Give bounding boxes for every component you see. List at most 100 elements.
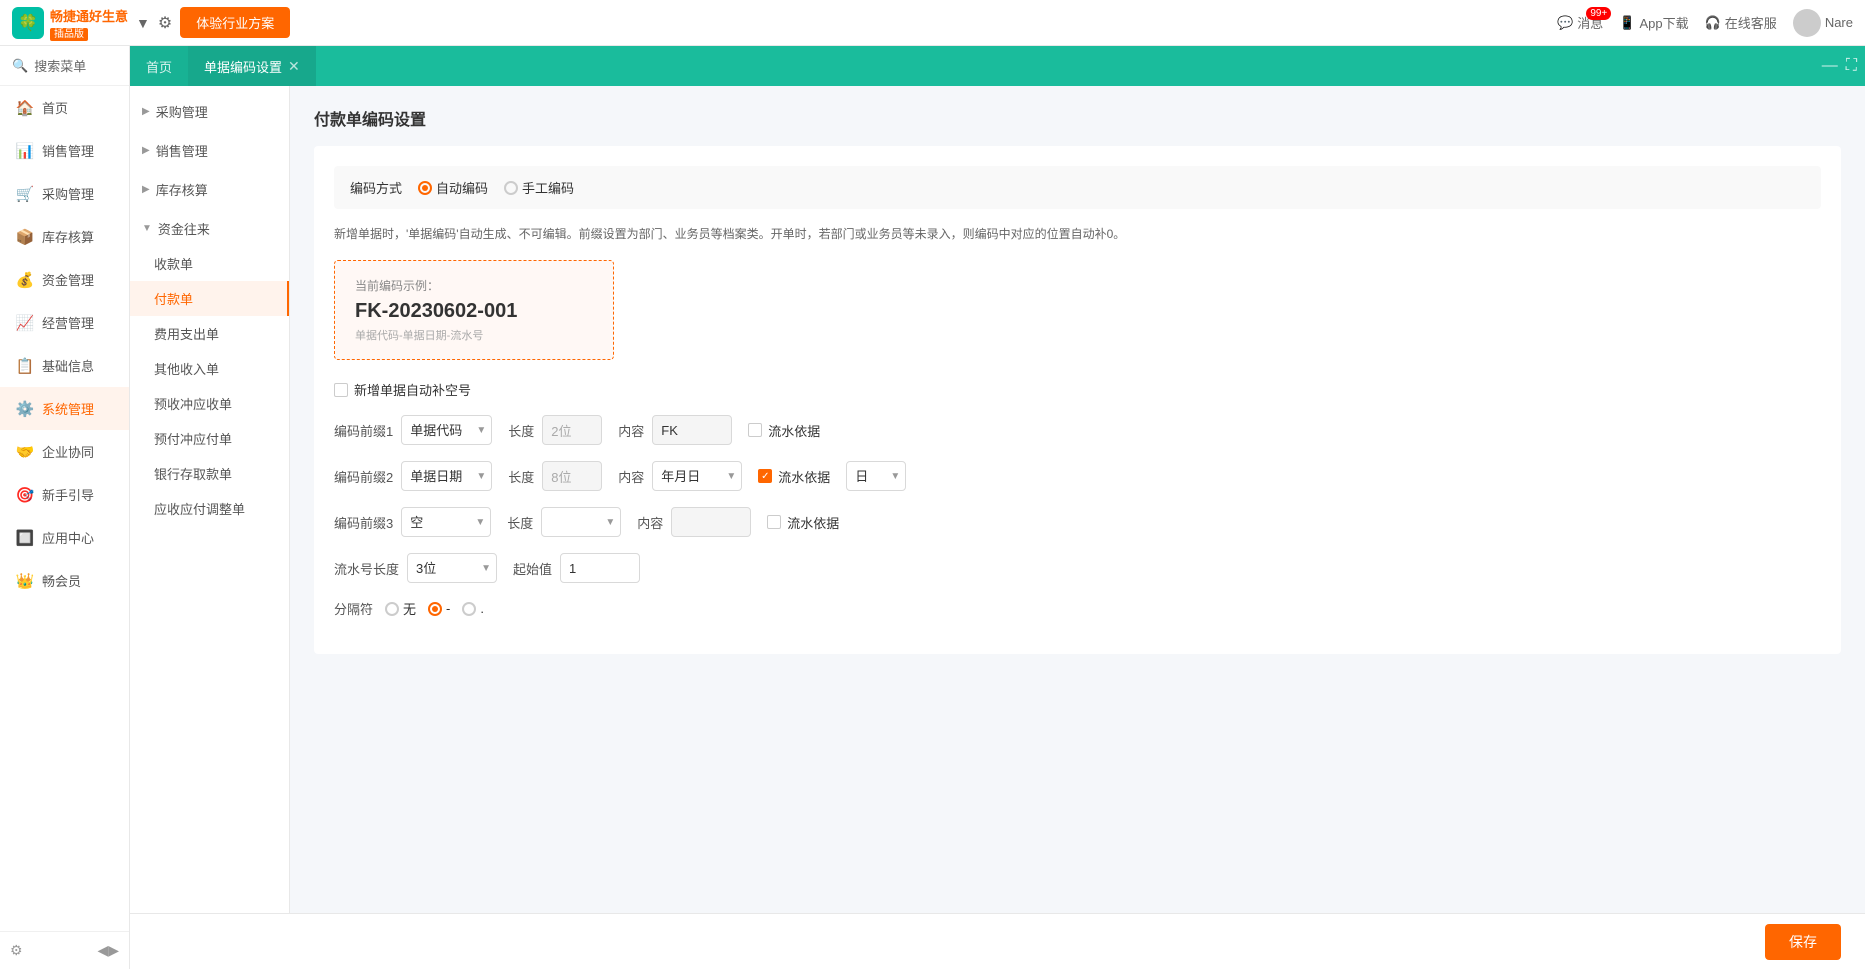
system-icon: ⚙️ bbox=[16, 400, 34, 418]
sep-none-radio[interactable]: 无 bbox=[385, 599, 416, 618]
sep-none-circle bbox=[385, 602, 399, 616]
sub-group-inventory-header[interactable]: ▶ 库存核算 bbox=[130, 172, 289, 207]
sidebar-item-system[interactable]: ⚙️ 系统管理 bbox=[0, 387, 129, 430]
start-value-input[interactable] bbox=[560, 553, 640, 583]
sidebar-item-apps[interactable]: 🔲 应用中心 bbox=[0, 516, 129, 559]
service-item[interactable]: 🎧 在线客服 bbox=[1705, 13, 1777, 32]
prefix3-length-field: 长度 ▼ bbox=[507, 507, 621, 537]
top-bar-controls: ▼ ⚙ 体验行业方案 bbox=[136, 7, 290, 38]
sidebar-settings-btn[interactable]: ⚙ bbox=[10, 942, 23, 959]
prefix3-content-input bbox=[671, 507, 751, 537]
prefix2-select[interactable]: 单据日期 bbox=[401, 461, 492, 491]
sep-dot-radio[interactable]: . bbox=[462, 601, 484, 616]
sidebar-item-finance[interactable]: 💰 资金管理 bbox=[0, 258, 129, 301]
sidebar-item-home[interactable]: 🏠 首页 bbox=[0, 86, 129, 129]
search-menu[interactable]: 🔍 搜索菜单 bbox=[0, 46, 129, 86]
brand: 🍀 畅捷通好生意 插品版 bbox=[12, 6, 128, 40]
sub-group-sales-header[interactable]: ▶ 销售管理 bbox=[130, 133, 289, 168]
sub-item-payment[interactable]: 付款单 bbox=[130, 281, 289, 316]
auto-fill-row: 新增单据自动补空号 bbox=[334, 380, 1821, 399]
collapse-btn[interactable]: ▼ bbox=[136, 15, 150, 31]
sidebar-item-collab[interactable]: 🤝 企业协同 bbox=[0, 430, 129, 473]
collab-icon: 🤝 bbox=[16, 443, 34, 461]
manual-encoding-radio[interactable]: 手工编码 bbox=[504, 178, 574, 197]
prefix2-content-select[interactable]: 年月日 bbox=[652, 461, 742, 491]
message-item[interactable]: 💬 消息 99+ bbox=[1557, 13, 1603, 32]
arrow-down-icon: ▼ bbox=[142, 223, 152, 234]
sidebar-item-purchase[interactable]: 🛒 采购管理 bbox=[0, 172, 129, 215]
prefix3-row: 编码前缀3 空 ▼ 长度 bbox=[334, 507, 1821, 537]
sub-item-prepay-ar[interactable]: 预收冲应收单 bbox=[130, 386, 289, 421]
auto-radio-circle bbox=[418, 181, 432, 195]
top-bar-right: 💬 消息 99+ 📱 App下载 🎧 在线客服 Nare bbox=[1557, 9, 1853, 37]
sub-menu: ▶ 采购管理 ▶ 销售管理 ▶ 库存核算 bbox=[130, 86, 290, 913]
sub-group-inventory: ▶ 库存核算 bbox=[130, 172, 289, 207]
serial-length-field: 流水号长度 3位 ▼ bbox=[334, 553, 497, 583]
sidebar-item-inventory[interactable]: 📦 库存核算 bbox=[0, 215, 129, 258]
prefix2-serial-checkbox[interactable]: ✓ bbox=[758, 469, 772, 483]
home-icon: 🏠 bbox=[16, 99, 34, 117]
app-download-item[interactable]: 📱 App下载 bbox=[1619, 13, 1688, 32]
message-icon: 💬 bbox=[1557, 15, 1573, 31]
prefix1-content-field: 内容 bbox=[618, 415, 732, 445]
sub-group-fund: ▼ 资金往来 收款单 付款单 费用支出单 其他收入单 预收冲应收单 预付冲应付单… bbox=[130, 211, 289, 526]
tab-close-icon[interactable]: ✕ bbox=[288, 58, 300, 75]
user-profile[interactable]: Nare bbox=[1793, 9, 1853, 37]
prefix3-select[interactable]: 空 bbox=[401, 507, 491, 537]
sidebar-collapse-btn[interactable]: ◀▶ bbox=[97, 942, 119, 959]
content-wrapper: ▶ 采购管理 ▶ 销售管理 ▶ 库存核算 bbox=[130, 86, 1865, 913]
encoding-method-row: 编码方式 自动编码 手工编码 bbox=[334, 166, 1821, 209]
sep-dot-circle bbox=[462, 602, 476, 616]
main-layout: 🔍 搜索菜单 🏠 首页 📊 销售管理 🛒 采购管理 📦 库存核算 💰 资金管理 … bbox=[0, 46, 1865, 969]
arrow-right-icon: ▶ bbox=[142, 106, 150, 117]
manual-radio-circle bbox=[504, 181, 518, 195]
inventory-icon: 📦 bbox=[16, 228, 34, 246]
prefix3-length-select[interactable] bbox=[541, 507, 621, 537]
prefix1-row: 编码前缀1 单据代码 ▼ 长度 bbox=[334, 415, 1821, 445]
serial-length-select[interactable]: 3位 bbox=[407, 553, 497, 583]
serial-row: 流水号长度 3位 ▼ 起始值 bbox=[334, 553, 1821, 583]
avatar bbox=[1793, 9, 1821, 37]
operations-icon: 📈 bbox=[16, 314, 34, 332]
prefix3-serial-wrap: 流水依据 bbox=[767, 513, 839, 532]
sep-dash-radio[interactable]: - bbox=[428, 601, 450, 616]
sep-dash-circle bbox=[428, 602, 442, 616]
sub-item-receipt[interactable]: 收款单 bbox=[130, 246, 289, 281]
prefix1-serial-checkbox[interactable] bbox=[748, 423, 762, 437]
guide-icon: 🎯 bbox=[16, 486, 34, 504]
separator-row: 分隔符 无 - . bbox=[334, 599, 1821, 618]
tab-minimize-icon[interactable]: — bbox=[1822, 57, 1838, 75]
save-button[interactable]: 保存 bbox=[1765, 924, 1841, 960]
sub-item-prepay-ap[interactable]: 预付冲应付单 bbox=[130, 421, 289, 456]
sidebar-item-operations[interactable]: 📈 经营管理 bbox=[0, 301, 129, 344]
prefix1-select[interactable]: 单据代码 bbox=[401, 415, 492, 445]
sub-item-bank[interactable]: 银行存取款单 bbox=[130, 456, 289, 491]
tab-maximize-icon[interactable]: ⛶ bbox=[1846, 57, 1857, 75]
service-icon: 🎧 bbox=[1705, 15, 1721, 31]
sidebar-item-guide[interactable]: 🎯 新手引导 bbox=[0, 473, 129, 516]
sub-item-expense[interactable]: 费用支出单 bbox=[130, 316, 289, 351]
prefix3-serial-checkbox[interactable] bbox=[767, 515, 781, 529]
vip-icon: 👑 bbox=[16, 572, 34, 590]
tab-home[interactable]: 首页 bbox=[130, 46, 188, 86]
prefix3-select-wrap: 空 ▼ bbox=[401, 507, 491, 537]
prefix2-select-wrap: 单据日期 ▼ bbox=[401, 461, 492, 491]
sidebar-bottom: ⚙ ◀▶ bbox=[0, 931, 129, 969]
prefix2-serial-wrap: ✓ 流水依据 bbox=[758, 467, 830, 486]
sidebar-item-sales[interactable]: 📊 销售管理 bbox=[0, 129, 129, 172]
trial-button[interactable]: 体验行业方案 bbox=[180, 7, 290, 38]
main-content: 付款单编码设置 编码方式 自动编码 手工编码 bbox=[290, 86, 1865, 913]
sub-item-adjustment[interactable]: 应收应付调整单 bbox=[130, 491, 289, 526]
tab-encoding[interactable]: 单据编码设置 ✕ bbox=[188, 46, 316, 86]
arrow-right-icon3: ▶ bbox=[142, 184, 150, 195]
sidebar-item-basic[interactable]: 📋 基础信息 bbox=[0, 344, 129, 387]
sub-group-purchase-header[interactable]: ▶ 采购管理 bbox=[130, 94, 289, 129]
info-text: 新增单据时，'单据编码'自动生成、不可编辑。前缀设置为部门、业务员等档案类。开单… bbox=[334, 225, 1821, 244]
auto-encoding-radio[interactable]: 自动编码 bbox=[418, 178, 488, 197]
settings-btn[interactable]: ⚙ bbox=[158, 13, 172, 33]
prefix2-serial-unit-select[interactable]: 日 bbox=[846, 461, 906, 491]
sidebar-item-vip[interactable]: 👑 畅会员 bbox=[0, 559, 129, 602]
sub-group-fund-header[interactable]: ▼ 资金往来 bbox=[130, 211, 289, 246]
auto-fill-checkbox[interactable] bbox=[334, 383, 348, 397]
sub-item-other-income[interactable]: 其他收入单 bbox=[130, 351, 289, 386]
